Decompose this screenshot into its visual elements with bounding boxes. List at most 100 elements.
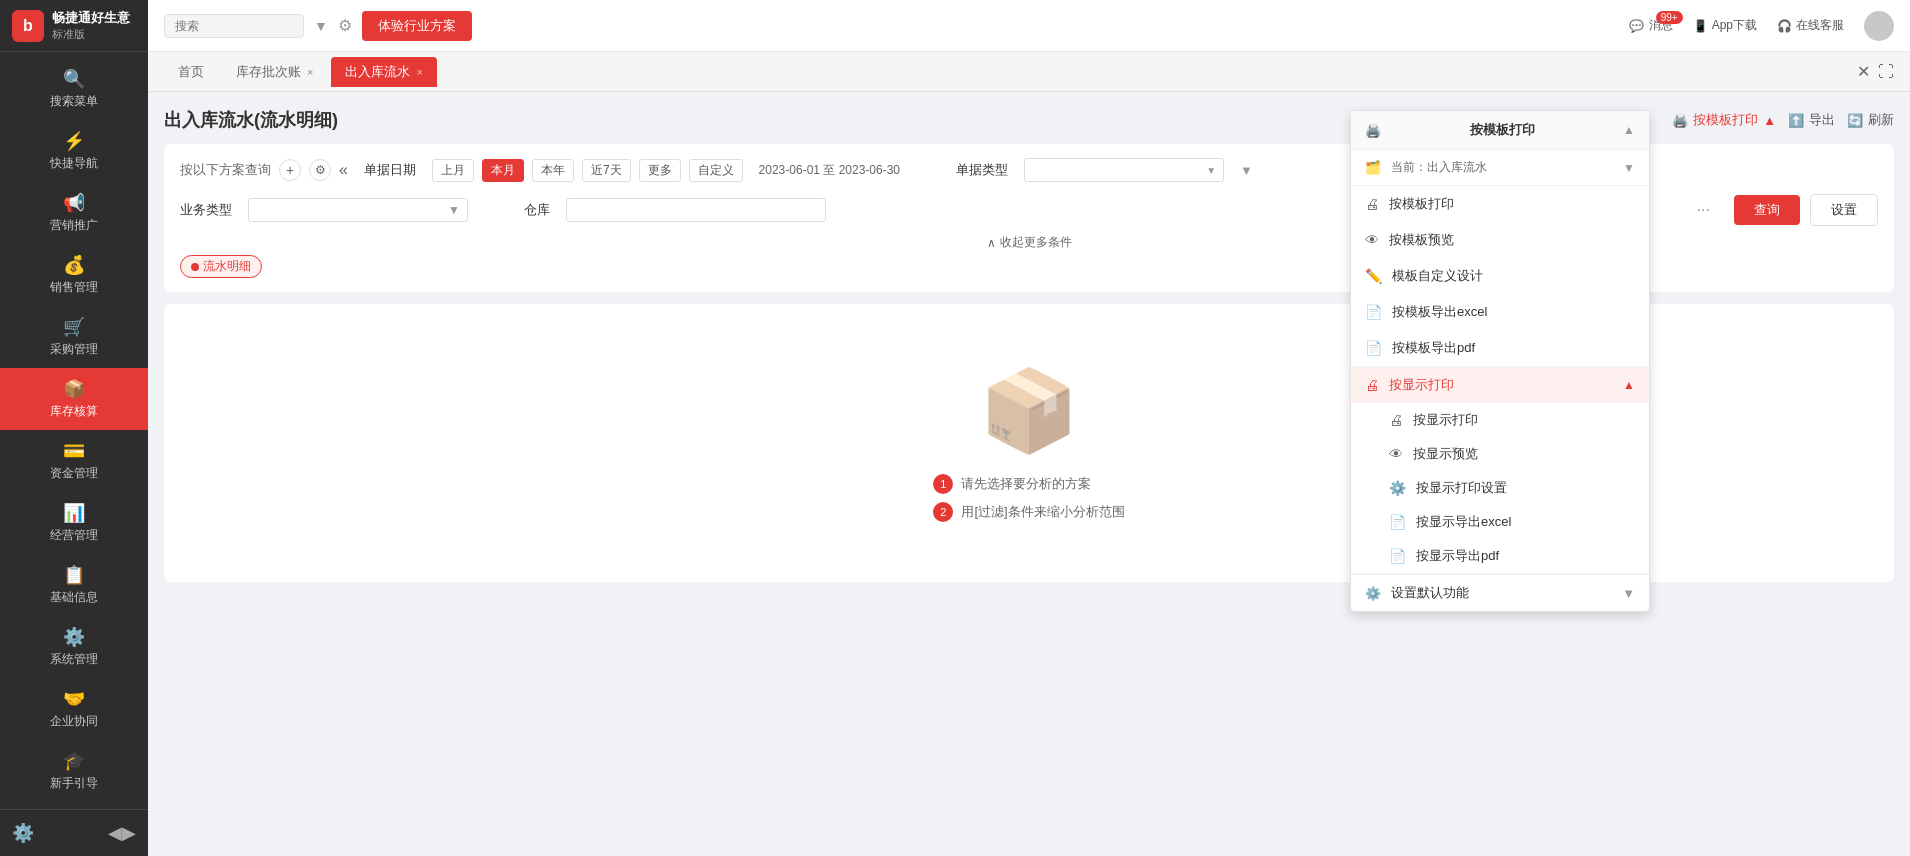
- headset-icon: 🎧: [1777, 19, 1792, 33]
- display-print-settings-item[interactable]: ⚙️ 按显示打印设置: [1351, 471, 1649, 505]
- current-template-item[interactable]: 🗂️ 当前：出入库流水 ▼: [1351, 150, 1649, 185]
- query-btn[interactable]: 查询: [1734, 195, 1800, 225]
- online-service-btn[interactable]: 🎧 在线客服: [1777, 17, 1844, 34]
- template-print-dropdown: 🖨️ 按模板打印 ▲ 🗂️ 当前：出入库流水 ▼ 🖨 按模板打印 👁 按模板预览: [1350, 110, 1650, 612]
- sidebar-item-app_center[interactable]: 📱应用中心: [0, 802, 148, 809]
- sidebar-item-search[interactable]: 🔍搜索菜单: [0, 58, 148, 120]
- tab-batch[interactable]: 库存批次账 ×: [222, 57, 327, 87]
- settings-icon[interactable]: ⚙️: [12, 822, 34, 844]
- date-more-btn[interactable]: 更多: [639, 159, 681, 182]
- sidebar-item-inventory[interactable]: 📦库存核算: [0, 368, 148, 430]
- trial-btn[interactable]: 体验行业方案: [362, 11, 472, 41]
- date-last7-btn[interactable]: 近7天: [582, 159, 631, 182]
- collab-icon: 🤝: [63, 688, 85, 710]
- biz-type-input[interactable]: [248, 198, 468, 222]
- export-icon: ⬆️: [1788, 113, 1804, 128]
- template-export-excel-item[interactable]: 📄 按模板导出excel: [1351, 294, 1649, 330]
- sidebar-item-label: 快捷导航: [50, 155, 98, 172]
- date-range-display: 2023-06-01 至 2023-06-30: [759, 162, 900, 179]
- printer-icon-1: 🖨: [1365, 196, 1379, 212]
- search-dropdown-icon[interactable]: ▼: [314, 18, 328, 34]
- purchase-icon: 🛒: [63, 316, 85, 338]
- sidebar-item-basic[interactable]: 📋基础信息: [0, 554, 148, 616]
- template-export-pdf-item[interactable]: 📄 按模板导出pdf: [1351, 330, 1649, 366]
- sidebar-item-purchase[interactable]: 🛒采购管理: [0, 306, 148, 368]
- display-excel-icon: 📄: [1389, 514, 1406, 530]
- footer-arrow: ▼: [1622, 586, 1635, 601]
- collapse-more-btn[interactable]: ∧ 收起更多条件: [987, 234, 1072, 251]
- date-this-month-btn[interactable]: 本月: [482, 159, 524, 182]
- display-export-excel-item[interactable]: 📄 按显示导出excel: [1351, 505, 1649, 539]
- operation-icon: 📊: [63, 502, 85, 524]
- collapse-panel-icon[interactable]: «: [339, 161, 348, 179]
- refresh-btn[interactable]: 🔄 刷新: [1847, 111, 1894, 129]
- collapse-sidebar-icon[interactable]: ◀▶: [108, 822, 136, 844]
- template-print-item[interactable]: 🖨 按模板打印: [1351, 186, 1649, 222]
- sidebar-item-guide[interactable]: 🎓新手引导: [0, 740, 148, 802]
- plus-icon: +: [286, 162, 294, 178]
- template-custom-item[interactable]: ✏️ 模板自定义设计: [1351, 258, 1649, 294]
- sidebar-item-finance[interactable]: 💳资金管理: [0, 430, 148, 492]
- app-logo-icon: b: [12, 10, 44, 42]
- export-btn[interactable]: ⬆️ 导出: [1788, 111, 1835, 129]
- settings-btn[interactable]: 设置: [1810, 194, 1878, 226]
- sidebar-item-label: 新手引导: [50, 775, 98, 792]
- sidebar-item-label: 企业协同: [50, 713, 98, 730]
- sidebar-item-system[interactable]: ⚙️系统管理: [0, 616, 148, 678]
- sidebar-nav: 🔍搜索菜单 ⚡ 快捷导航 📢营销推广💰销售管理🛒采购管理📦库存核算💳资金管理📊经营管理…: [0, 52, 148, 809]
- topbar: ▼ ⚙ 体验行业方案 💬 消息 99+ 📱 App下载 🎧 在线客服: [148, 0, 1910, 52]
- filter-chip[interactable]: 流水明细: [180, 255, 262, 278]
- sidebar-item-marketing[interactable]: 📢营销推广: [0, 182, 148, 244]
- settings-scheme-btn[interactable]: ⚙: [309, 159, 331, 181]
- search-input[interactable]: [164, 14, 304, 38]
- date-this-year-btn[interactable]: 本年: [532, 159, 574, 182]
- date-custom-btn[interactable]: 自定义: [689, 159, 743, 182]
- doc-type-select[interactable]: [1024, 158, 1224, 182]
- tab-batch-close[interactable]: ×: [307, 66, 313, 78]
- biz-type-input-wrapper: ▼: [248, 198, 468, 222]
- tab-flow-close[interactable]: ×: [416, 66, 422, 78]
- current-template-icon: 🗂️: [1365, 160, 1381, 175]
- app-logo-text: 畅捷通好生意 标准版: [52, 10, 130, 41]
- app-download-btn[interactable]: 📱 App下载: [1693, 17, 1757, 34]
- tab-home[interactable]: 首页: [164, 57, 218, 87]
- add-scheme-btn[interactable]: +: [279, 159, 301, 181]
- close-tab-icon[interactable]: ✕: [1857, 62, 1870, 81]
- template-preview-item[interactable]: 👁 按模板预览: [1351, 222, 1649, 258]
- doc-type-select-wrapper: [1024, 158, 1224, 182]
- dropdown-header[interactable]: 🖨️ 按模板打印 ▲: [1351, 111, 1649, 150]
- system-icon: ⚙️: [63, 626, 85, 648]
- doc-type-label: 单据类型: [956, 161, 1008, 179]
- topbar-gear-icon[interactable]: ⚙: [338, 16, 352, 35]
- custom-icon: ✏️: [1365, 268, 1382, 284]
- display-section-arrow: ▲: [1623, 378, 1635, 392]
- user-avatar[interactable]: [1864, 11, 1894, 41]
- sidebar-item-sales[interactable]: 💰销售管理: [0, 244, 148, 306]
- shortcut-icon: ⚡: [63, 130, 85, 152]
- display-settings-icon: ⚙️: [1389, 480, 1406, 496]
- tab-flow[interactable]: 出入库流水 ×: [331, 57, 436, 87]
- display-print-item[interactable]: 🖨 按显示打印: [1351, 403, 1649, 437]
- maximize-icon[interactable]: ⛶: [1878, 63, 1894, 81]
- warehouse-input[interactable]: [566, 198, 826, 222]
- warehouse-more-icon[interactable]: ···: [1697, 201, 1710, 219]
- main-area: ▼ ⚙ 体验行业方案 💬 消息 99+ 📱 App下载 🎧 在线客服 首页: [148, 0, 1910, 856]
- sidebar-logo: b 畅捷通好生意 标准版: [0, 0, 148, 52]
- topbar-left: ▼ ⚙ 体验行业方案: [164, 11, 1629, 41]
- date-last-month-btn[interactable]: 上月: [432, 159, 474, 182]
- display-section-header[interactable]: 🖨 按显示打印 ▲: [1351, 367, 1649, 403]
- template-print-btn[interactable]: 🖨️ 按模板打印 ▲: [1672, 111, 1776, 129]
- biz-type-label: 业务类型: [180, 201, 232, 219]
- sidebar-item-label: 基础信息: [50, 589, 98, 606]
- sidebar-item-shortcut[interactable]: ⚡ 快捷导航: [0, 120, 148, 182]
- printer-main-icon: 🖨️: [1365, 123, 1381, 138]
- display-preview-item[interactable]: 👁 按显示预览: [1351, 437, 1649, 471]
- sidebar-item-operation[interactable]: 📊经营管理: [0, 492, 148, 554]
- empty-step-1: 1 请先选择要分析的方案: [933, 474, 1124, 494]
- sidebar-item-label: 资金管理: [50, 465, 98, 482]
- date-label: 单据日期: [364, 161, 416, 179]
- set-default-footer[interactable]: ⚙️ 设置默认功能 ▼: [1351, 574, 1649, 611]
- display-export-pdf-item[interactable]: 📄 按显示导出pdf: [1351, 539, 1649, 573]
- sidebar-item-collab[interactable]: 🤝 企业协同: [0, 678, 148, 740]
- message-btn[interactable]: 💬 消息 99+: [1629, 17, 1673, 34]
